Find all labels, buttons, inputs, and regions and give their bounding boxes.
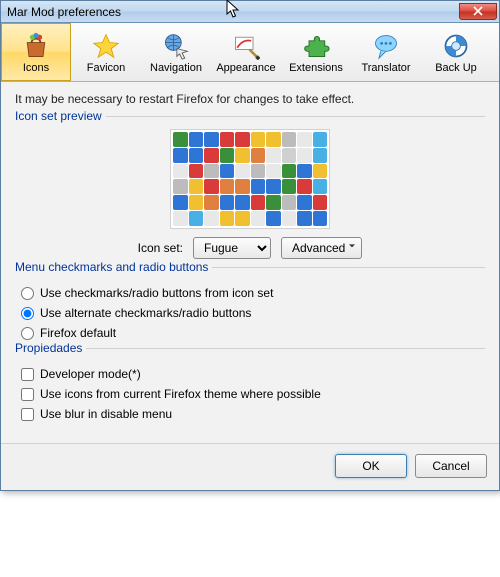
globe-arrow-icon: [161, 31, 191, 61]
advanced-button[interactable]: Advanced: [281, 237, 362, 259]
tab-backup[interactable]: Back Up: [421, 23, 491, 81]
tab-label: Extensions: [289, 63, 343, 74]
tab-label: Back Up: [435, 63, 477, 74]
preferences-window: Mar Mod preferences Icons: [0, 0, 500, 491]
toolbar: Icons Favicon Navigation: [1, 23, 499, 82]
radio-input[interactable]: [21, 307, 34, 320]
group-menu-options: Menu checkmarks and radio buttons Use ch…: [15, 267, 485, 340]
tab-extensions[interactable]: Extensions: [281, 23, 351, 81]
titlebar: Mar Mod preferences: [1, 1, 499, 23]
radio-input[interactable]: [21, 327, 34, 340]
check-label: Use blur in disable menu: [40, 407, 172, 421]
canvas-icon: [231, 31, 261, 61]
tab-label: Navigation: [150, 63, 202, 74]
radio-label: Use checkmarks/radio buttons from icon s…: [40, 286, 273, 300]
radio-input[interactable]: [21, 287, 34, 300]
tab-label: Icons: [23, 63, 49, 74]
close-button[interactable]: [459, 3, 497, 20]
window-title: Mar Mod preferences: [7, 5, 459, 19]
check-label: Use icons from current Firefox theme whe…: [40, 387, 321, 401]
radio-alternate[interactable]: Use alternate checkmarks/radio buttons: [21, 306, 479, 320]
radio-iconset[interactable]: Use checkmarks/radio buttons from icon s…: [21, 286, 479, 300]
iconset-preview: [170, 129, 330, 229]
group-title: Menu checkmarks and radio buttons: [15, 260, 212, 274]
radio-label: Use alternate checkmarks/radio buttons: [40, 306, 251, 320]
checkbox-input[interactable]: [21, 368, 34, 381]
check-use-blur[interactable]: Use blur in disable menu: [21, 407, 479, 421]
content-area: It may be necessary to restart Firefox f…: [1, 82, 499, 443]
iconset-row: Icon set: Fugue Advanced: [21, 237, 479, 259]
check-use-theme[interactable]: Use icons from current Firefox theme whe…: [21, 387, 479, 401]
iconset-label: Icon set:: [138, 241, 183, 255]
tab-label: Appearance: [216, 63, 275, 74]
lifebuoy-icon: [441, 31, 471, 61]
close-icon: [473, 6, 483, 16]
radio-default[interactable]: Firefox default: [21, 326, 479, 340]
star-icon: [91, 31, 121, 61]
radio-label: Firefox default: [40, 326, 116, 340]
check-label: Developer mode(*): [40, 367, 141, 381]
group-iconset-preview: Icon set preview Icon set: Fugue: [15, 116, 485, 259]
puzzle-icon: [301, 31, 331, 61]
speech-icon: [371, 31, 401, 61]
tab-favicon[interactable]: Favicon: [71, 23, 141, 81]
check-developer[interactable]: Developer mode(*): [21, 367, 479, 381]
checkbox-input[interactable]: [21, 388, 34, 401]
bag-icon: [21, 31, 51, 61]
group-title: Propiedades: [15, 341, 86, 355]
iconset-select[interactable]: Fugue: [193, 237, 271, 259]
tab-translator[interactable]: Translator: [351, 23, 421, 81]
tab-icons[interactable]: Icons: [1, 23, 71, 81]
restart-note: It may be necessary to restart Firefox f…: [15, 92, 485, 106]
ok-button[interactable]: OK: [335, 454, 407, 478]
tab-appearance[interactable]: Appearance: [211, 23, 281, 81]
checkbox-input[interactable]: [21, 408, 34, 421]
tab-label: Favicon: [87, 63, 126, 74]
group-properties: Propiedades Developer mode(*) Use icons …: [15, 348, 485, 421]
dialog-footer: OK Cancel: [1, 443, 499, 490]
tab-navigation[interactable]: Navigation: [141, 23, 211, 81]
group-title: Icon set preview: [15, 109, 106, 123]
tab-label: Translator: [361, 63, 410, 74]
cancel-button[interactable]: Cancel: [415, 454, 487, 478]
